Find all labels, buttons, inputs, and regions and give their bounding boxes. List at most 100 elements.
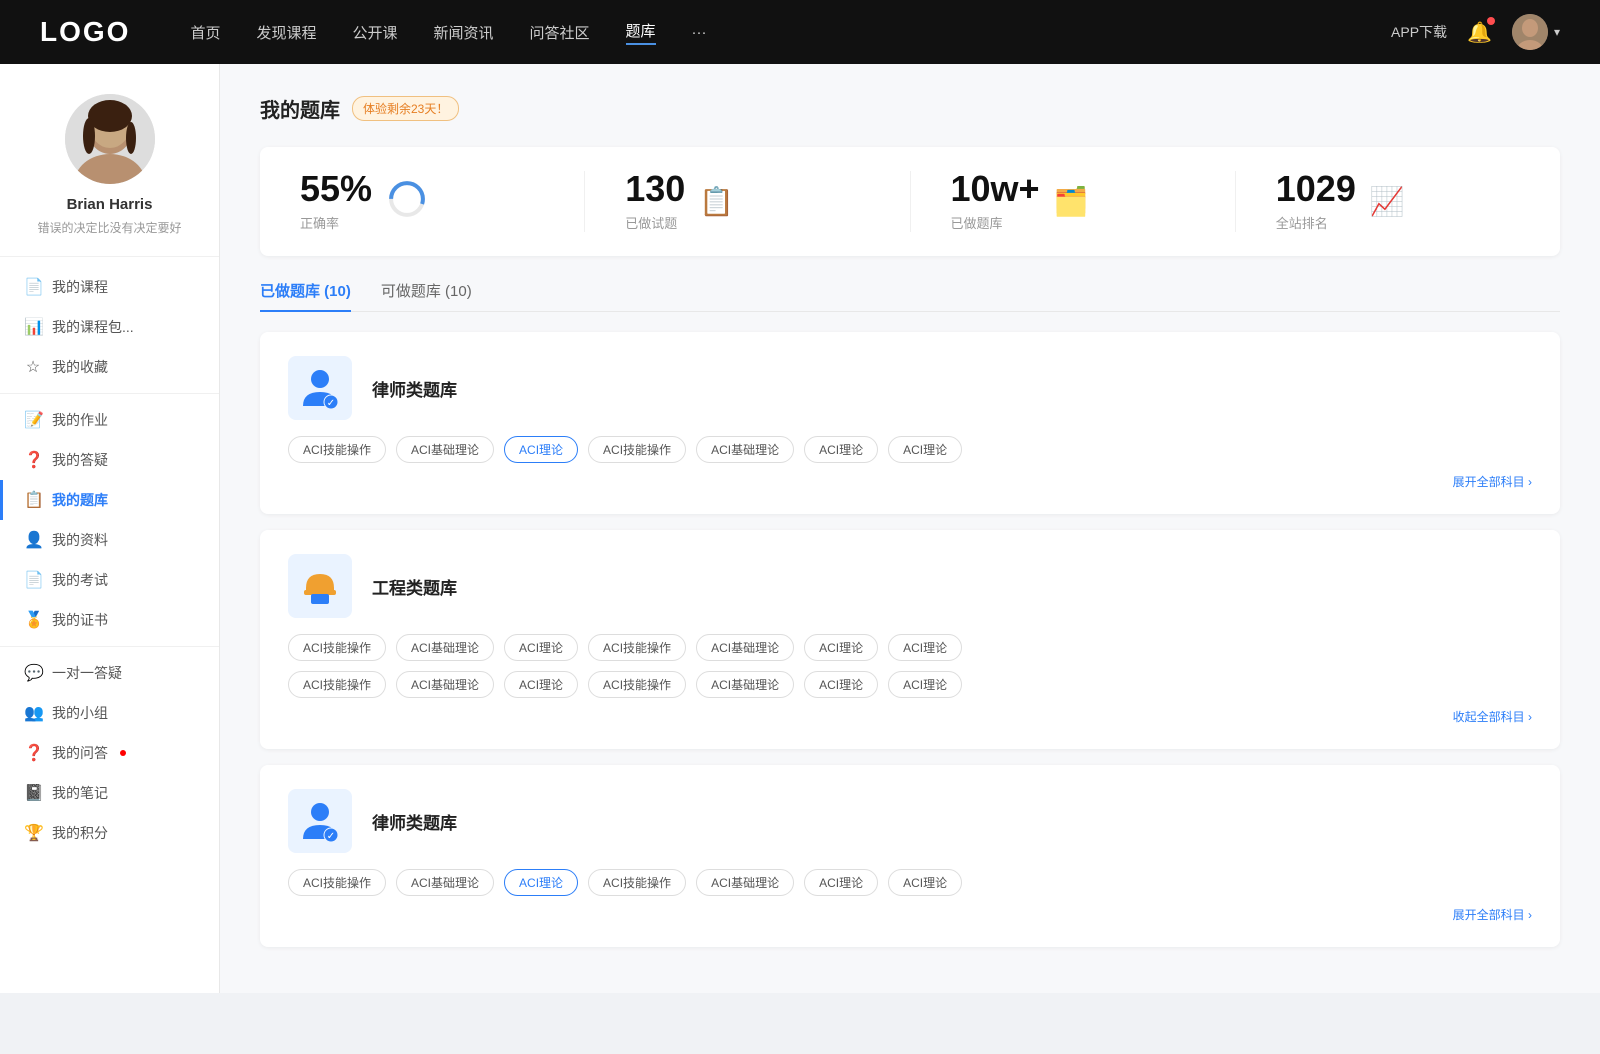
eng-tag-6[interactable]: ACI理论	[888, 634, 962, 661]
navbar: LOGO 首页 发现课程 公开课 新闻资讯 问答社区 题库 ··· APP下载 …	[0, 0, 1600, 64]
stat-done-number: 130	[625, 171, 685, 207]
collapse-link-engineering[interactable]: 收起全部科目 ›	[288, 708, 1532, 725]
expand-link-lawyer-1[interactable]: 展开全部科目 ›	[288, 473, 1532, 490]
tag-3[interactable]: ACI技能操作	[588, 436, 686, 463]
qbank-icon: 📋	[24, 490, 42, 510]
sidebar: Brian Harris 错误的决定比没有决定要好 📄 我的课程 📊 我的课程包…	[0, 64, 220, 993]
sidebar-item-homework[interactable]: 📝 我的作业	[0, 400, 219, 440]
eng2-tag-0[interactable]: ACI技能操作	[288, 671, 386, 698]
sidebar-item-mycourse[interactable]: 📄 我的课程	[0, 267, 219, 307]
l2-tag-1[interactable]: ACI基础理论	[396, 869, 494, 896]
l2-tag-3[interactable]: ACI技能操作	[588, 869, 686, 896]
tag-0[interactable]: ACI技能操作	[288, 436, 386, 463]
myqa-icon: ❓	[24, 743, 42, 763]
tab-done[interactable]: 已做题库 (10)	[260, 280, 351, 311]
user-avatar-wrapper[interactable]: ▾	[1512, 14, 1560, 50]
oneone-icon: 💬	[24, 663, 42, 683]
sidebar-item-favorites[interactable]: ☆ 我的收藏	[0, 347, 219, 387]
qbank-icon-engineering	[288, 554, 352, 618]
eng-tag-4[interactable]: ACI基础理论	[696, 634, 794, 661]
tag-2[interactable]: ACI理论	[504, 436, 578, 463]
eng-tag-1[interactable]: ACI基础理论	[396, 634, 494, 661]
sidebar-item-notes[interactable]: 📓 我的笔记	[0, 773, 219, 813]
avatar	[1512, 14, 1548, 50]
homework-icon: 📝	[24, 410, 42, 430]
l2-tag-6[interactable]: ACI理论	[888, 869, 962, 896]
chart-icon: 📈	[1370, 185, 1405, 218]
list-icon: 📋	[699, 185, 734, 218]
stat-accuracy-label: 正确率	[300, 213, 372, 232]
sidebar-label-profile: 我的资料	[52, 530, 108, 550]
sidebar-label-points: 我的积分	[52, 823, 108, 843]
tag-5[interactable]: ACI理论	[804, 436, 878, 463]
notification-badge	[1487, 17, 1495, 25]
sidebar-menu: 📄 我的课程 📊 我的课程包... ☆ 我的收藏 📝 我的作业 ❓ 我的答疑 �	[0, 257, 219, 863]
expand-link-lawyer-2[interactable]: 展开全部科目 ›	[288, 906, 1532, 923]
sidebar-profile: Brian Harris 错误的决定比没有决定要好	[0, 94, 219, 257]
eng2-tag-3[interactable]: ACI技能操作	[588, 671, 686, 698]
tab-available[interactable]: 可做题库 (10)	[381, 280, 472, 311]
tag-1[interactable]: ACI基础理论	[396, 436, 494, 463]
l2-tag-4[interactable]: ACI基础理论	[696, 869, 794, 896]
sidebar-label-qbank: 我的题库	[52, 490, 108, 510]
eng-tag-0[interactable]: ACI技能操作	[288, 634, 386, 661]
grid-icon: 🗂️	[1054, 185, 1089, 218]
sidebar-item-qbank[interactable]: 📋 我的题库	[0, 480, 219, 520]
sidebar-label-oneone: 一对一答疑	[52, 663, 122, 683]
stat-accuracy: 55% 正确率	[260, 171, 585, 232]
sidebar-item-qa[interactable]: ❓ 我的答疑	[0, 440, 219, 480]
app-download-btn[interactable]: APP下载	[1391, 22, 1447, 42]
accuracy-donut-icon	[386, 178, 428, 225]
tags-row-lawyer-1: ACI技能操作 ACI基础理论 ACI理论 ACI技能操作 ACI基础理论 AC…	[288, 436, 1532, 463]
nav-home[interactable]: 首页	[190, 22, 220, 43]
stat-accuracy-number: 55%	[300, 171, 372, 207]
qbank-card-lawyer-1: ✓ 律师类题库 ACI技能操作 ACI基础理论 ACI理论 ACI技能操作 AC…	[260, 332, 1560, 514]
tag-4[interactable]: ACI基础理论	[696, 436, 794, 463]
notification-bell-icon[interactable]: 🔔	[1467, 20, 1492, 45]
mycourse-icon: 📄	[24, 277, 42, 297]
eng-tag-3[interactable]: ACI技能操作	[588, 634, 686, 661]
sidebar-label-favorites: 我的收藏	[52, 357, 108, 377]
group-icon: 👥	[24, 703, 42, 723]
sidebar-label-homework: 我的作业	[52, 410, 108, 430]
qbank-icon-lawyer-2: ✓	[288, 789, 352, 853]
sidebar-item-points[interactable]: 🏆 我的积分	[0, 813, 219, 853]
sidebar-item-oneone[interactable]: 💬 一对一答疑	[0, 653, 219, 693]
sidebar-label-group: 我的小组	[52, 703, 108, 723]
nav-discover[interactable]: 发现课程	[256, 22, 316, 43]
divider-2	[0, 646, 219, 647]
divider-1	[0, 393, 219, 394]
eng-tag-2[interactable]: ACI理论	[504, 634, 578, 661]
sidebar-item-myqa[interactable]: ❓ 我的问答	[0, 733, 219, 773]
eng2-tag-1[interactable]: ACI基础理论	[396, 671, 494, 698]
tag-6[interactable]: ACI理论	[888, 436, 962, 463]
nav-news[interactable]: 新闻资讯	[434, 22, 494, 43]
eng2-tag-4[interactable]: ACI基础理论	[696, 671, 794, 698]
l2-tag-0[interactable]: ACI技能操作	[288, 869, 386, 896]
nav-more[interactable]: ···	[692, 24, 707, 41]
trial-badge: 体验剩余23天！	[352, 96, 459, 121]
sidebar-item-exam[interactable]: 📄 我的考试	[0, 560, 219, 600]
sidebar-item-cert[interactable]: 🏅 我的证书	[0, 600, 219, 640]
eng-tag-5[interactable]: ACI理论	[804, 634, 878, 661]
qbank-title-lawyer-2: 律师类题库	[372, 809, 457, 834]
sidebar-item-group[interactable]: 👥 我的小组	[0, 693, 219, 733]
l2-tag-5[interactable]: ACI理论	[804, 869, 878, 896]
navbar-right: APP下载 🔔 ▾	[1391, 14, 1560, 50]
sidebar-item-coursepack[interactable]: 📊 我的课程包...	[0, 307, 219, 347]
l2-tag-2[interactable]: ACI理论	[504, 869, 578, 896]
stat-done-label: 已做试题	[625, 213, 685, 232]
nav-qa[interactable]: 问答社区	[530, 22, 590, 43]
eng2-tag-6[interactable]: ACI理论	[888, 671, 962, 698]
logo[interactable]: LOGO	[40, 16, 130, 48]
tags-row-lawyer-2: ACI技能操作 ACI基础理论 ACI理论 ACI技能操作 ACI基础理论 AC…	[288, 869, 1532, 896]
stat-banks-label: 已做题库	[951, 213, 1040, 232]
eng2-tag-2[interactable]: ACI理论	[504, 671, 578, 698]
sidebar-item-profile[interactable]: 👤 我的资料	[0, 520, 219, 560]
navbar-nav: 首页 发现课程 公开课 新闻资讯 问答社区 题库 ···	[190, 20, 1391, 45]
nav-opencourse[interactable]: 公开课	[352, 22, 397, 43]
svg-text:✓: ✓	[327, 831, 335, 842]
nav-qbank[interactable]: 题库	[626, 20, 656, 45]
main-content: 我的题库 体验剩余23天！ 55% 正确率 130	[220, 64, 1600, 993]
eng2-tag-5[interactable]: ACI理论	[804, 671, 878, 698]
